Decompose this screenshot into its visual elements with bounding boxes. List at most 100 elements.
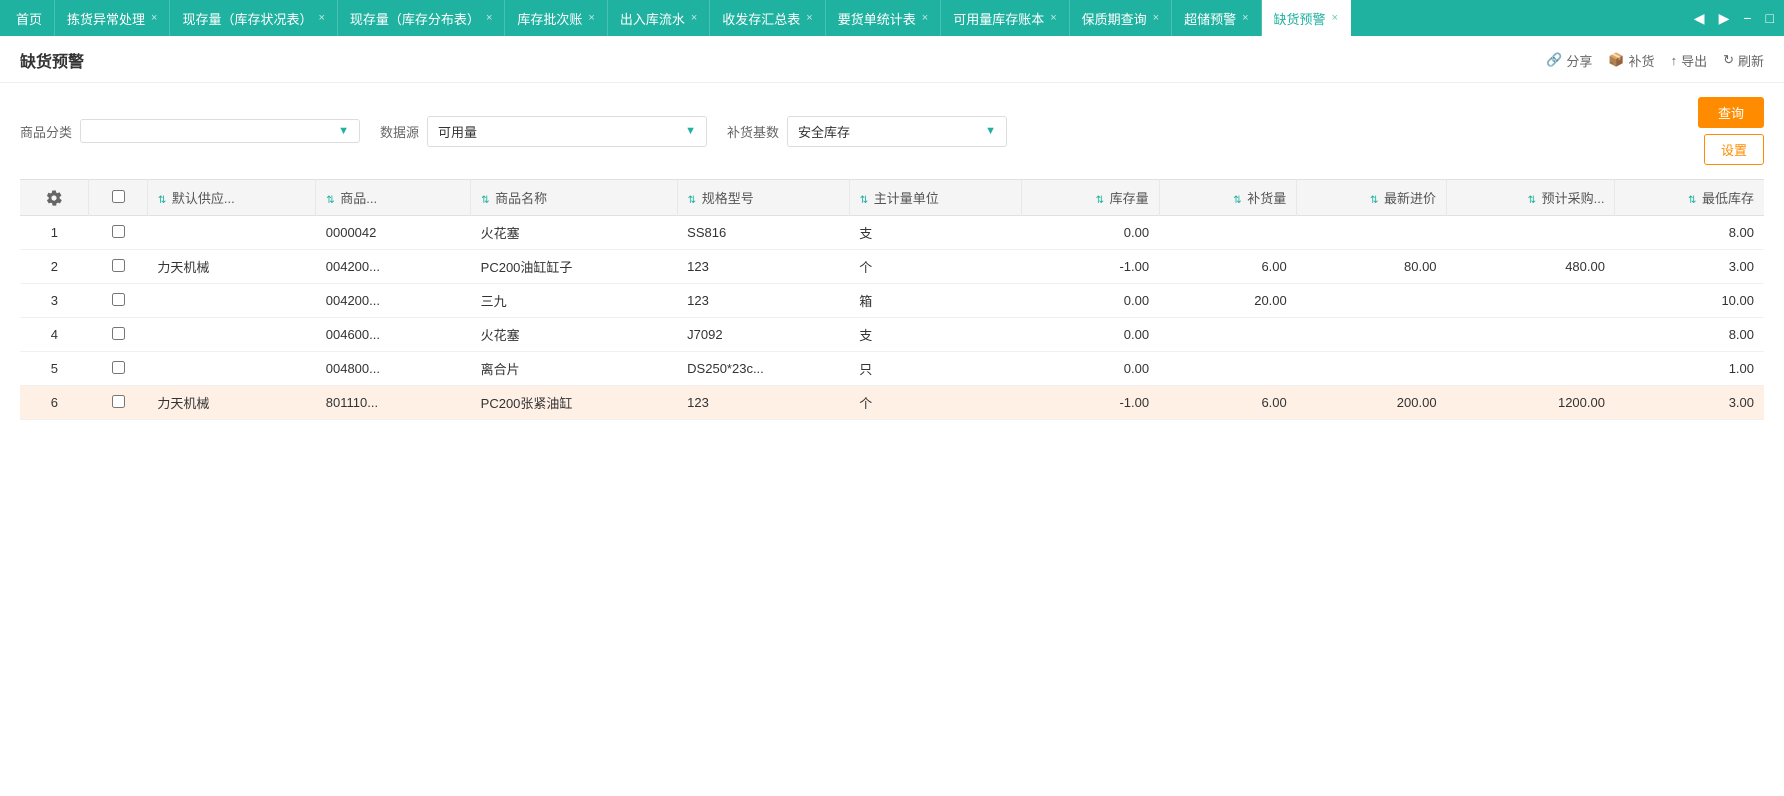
tab-requisition[interactable]: 要货单统计表 × bbox=[826, 0, 941, 36]
row-product-name: 火花塞 bbox=[471, 318, 678, 352]
tab-maximize-button[interactable]: □ bbox=[1760, 6, 1780, 30]
tab-close-stock-status[interactable]: × bbox=[318, 12, 324, 24]
tab-stock-dist[interactable]: 现存量（库存分布表） × bbox=[338, 0, 505, 36]
tab-close-batch-account[interactable]: × bbox=[588, 12, 594, 24]
row-checkbox[interactable] bbox=[112, 327, 125, 340]
table-row: 1 0000042 火花塞 SS816 支 0.00 8.00 bbox=[20, 216, 1764, 250]
row-spec: 123 bbox=[677, 386, 849, 420]
col-header-code[interactable]: ⇅ 商品... bbox=[316, 180, 471, 216]
tab-close-pick-error[interactable]: × bbox=[151, 12, 157, 24]
share-button[interactable]: 🔗 分享 bbox=[1546, 51, 1592, 70]
tab-next-button[interactable]: ▶ bbox=[1713, 6, 1736, 31]
export-icon: ↑ bbox=[1671, 53, 1678, 68]
row-checkbox-cell bbox=[89, 216, 148, 250]
tab-close-requisition[interactable]: × bbox=[922, 12, 928, 24]
tab-pick-error[interactable]: 拣货异常处理 × bbox=[55, 0, 170, 36]
row-stock: -1.00 bbox=[1021, 386, 1159, 420]
export-button[interactable]: ↑ 导出 bbox=[1671, 51, 1708, 70]
tab-close-shortage[interactable]: × bbox=[1332, 12, 1338, 24]
col-header-replenish[interactable]: ⇅ 补货量 bbox=[1159, 180, 1297, 216]
tab-prev-button[interactable]: ◀ bbox=[1688, 6, 1711, 31]
row-latest-price bbox=[1297, 352, 1447, 386]
row-latest-price: 200.00 bbox=[1297, 386, 1447, 420]
row-supplier bbox=[147, 284, 315, 318]
sort-supplier-icon: ⇅ bbox=[158, 195, 166, 206]
col-header-checkbox bbox=[89, 180, 148, 216]
row-unit: 个 bbox=[849, 250, 1021, 284]
row-code: 004600... bbox=[316, 318, 471, 352]
select-all-checkbox[interactable] bbox=[112, 190, 125, 203]
table-row: 4 004600... 火花塞 J7092 支 0.00 8.00 bbox=[20, 318, 1764, 352]
row-checkbox[interactable] bbox=[112, 259, 125, 272]
query-button[interactable]: 查询 bbox=[1698, 97, 1764, 128]
col-header-spec[interactable]: ⇅ 规格型号 bbox=[677, 180, 849, 216]
row-stock: -1.00 bbox=[1021, 250, 1159, 284]
row-latest-price bbox=[1297, 284, 1447, 318]
col-header-unit[interactable]: ⇅ 主计量单位 bbox=[849, 180, 1021, 216]
row-replenish: 6.00 bbox=[1159, 386, 1297, 420]
tab-close-summary[interactable]: × bbox=[806, 12, 812, 24]
tab-close-inout-flow[interactable]: × bbox=[691, 12, 697, 24]
table-row: 2 力天机械 004200... PC200油缸缸子 123 个 -1.00 6… bbox=[20, 250, 1764, 284]
col-header-stock[interactable]: ⇅ 库存量 bbox=[1021, 180, 1159, 216]
row-latest-price: 80.00 bbox=[1297, 250, 1447, 284]
tab-expiry[interactable]: 保质期查询 × bbox=[1070, 0, 1172, 36]
col-header-estimated[interactable]: ⇅ 预计采购... bbox=[1447, 180, 1615, 216]
tab-summary[interactable]: 收发存汇总表 × bbox=[710, 0, 825, 36]
share-icon: 🔗 bbox=[1546, 52, 1562, 68]
tab-minimize-button[interactable]: − bbox=[1737, 6, 1757, 30]
row-number: 3 bbox=[20, 284, 89, 318]
col-header-min-stock[interactable]: ⇅ 最低库存 bbox=[1615, 180, 1764, 216]
tab-inout-flow[interactable]: 出入库流水 × bbox=[608, 0, 710, 36]
page-header: 缺货预警 🔗 分享 📦 补货 ↑ 导出 ↻ 刷新 bbox=[0, 36, 1784, 83]
row-checkbox[interactable] bbox=[112, 225, 125, 238]
tab-homepage[interactable]: 首页 bbox=[4, 0, 55, 36]
row-checkbox[interactable] bbox=[112, 395, 125, 408]
refresh-icon: ↻ bbox=[1723, 52, 1734, 68]
row-stock: 0.00 bbox=[1021, 284, 1159, 318]
tab-shortage[interactable]: 缺货预警 × bbox=[1262, 0, 1351, 36]
refresh-button[interactable]: ↻ 刷新 bbox=[1723, 51, 1764, 70]
settings-button[interactable]: 设置 bbox=[1704, 134, 1764, 165]
tab-batch-account[interactable]: 库存批次账 × bbox=[505, 0, 607, 36]
tab-bar: 首页 拣货异常处理 × 现存量（库存状况表） × 现存量（库存分布表） × 库存… bbox=[0, 0, 1784, 36]
category-select[interactable]: ▼ bbox=[80, 119, 360, 143]
replenish-basis-label: 补货基数 bbox=[727, 122, 779, 141]
sort-replenish-icon: ⇅ bbox=[1233, 195, 1241, 206]
tab-stock-status[interactable]: 现存量（库存状况表） × bbox=[170, 0, 337, 36]
row-estimated-purchase: 480.00 bbox=[1447, 250, 1615, 284]
replenish-button[interactable]: 📦 补货 bbox=[1608, 51, 1654, 70]
col-header-name[interactable]: ⇅ 商品名称 bbox=[471, 180, 678, 216]
tab-overstock[interactable]: 超储预警 × bbox=[1172, 0, 1261, 36]
replenish-icon: 📦 bbox=[1608, 52, 1624, 68]
row-estimated-purchase bbox=[1447, 216, 1615, 250]
tab-available-ledger[interactable]: 可用量库存账本 × bbox=[941, 0, 1069, 36]
sort-code-icon: ⇅ bbox=[326, 195, 334, 206]
row-number: 6 bbox=[20, 386, 89, 420]
row-supplier bbox=[147, 216, 315, 250]
row-min-stock: 3.00 bbox=[1615, 386, 1764, 420]
datasource-select[interactable]: 可用量 ▼ bbox=[427, 116, 707, 147]
col-header-latest-price[interactable]: ⇅ 最新进价 bbox=[1297, 180, 1447, 216]
main-content: 缺货预警 🔗 分享 📦 补货 ↑ 导出 ↻ 刷新 商品分类 bbox=[0, 36, 1784, 796]
row-supplier: 力天机械 bbox=[147, 386, 315, 420]
category-filter-group: 商品分类 ▼ bbox=[20, 119, 360, 143]
row-code: 004200... bbox=[316, 284, 471, 318]
sort-stock-icon: ⇅ bbox=[1096, 195, 1104, 206]
row-supplier bbox=[147, 318, 315, 352]
datasource-filter-group: 数据源 可用量 ▼ bbox=[380, 116, 707, 147]
replenish-basis-value: 安全库存 bbox=[798, 122, 850, 141]
row-checkbox[interactable] bbox=[112, 361, 125, 374]
tab-close-stock-dist[interactable]: × bbox=[486, 12, 492, 24]
tab-close-overstock[interactable]: × bbox=[1242, 12, 1248, 24]
row-latest-price bbox=[1297, 318, 1447, 352]
replenish-basis-select[interactable]: 安全库存 ▼ bbox=[787, 116, 1007, 147]
row-code: 0000042 bbox=[316, 216, 471, 250]
row-checkbox[interactable] bbox=[112, 293, 125, 306]
settings-gear-icon[interactable] bbox=[45, 189, 63, 207]
col-header-supplier[interactable]: ⇅ 默认供应... bbox=[147, 180, 315, 216]
tab-close-expiry[interactable]: × bbox=[1153, 12, 1159, 24]
tab-close-available-ledger[interactable]: × bbox=[1050, 12, 1056, 24]
row-unit: 箱 bbox=[849, 284, 1021, 318]
row-stock: 0.00 bbox=[1021, 352, 1159, 386]
